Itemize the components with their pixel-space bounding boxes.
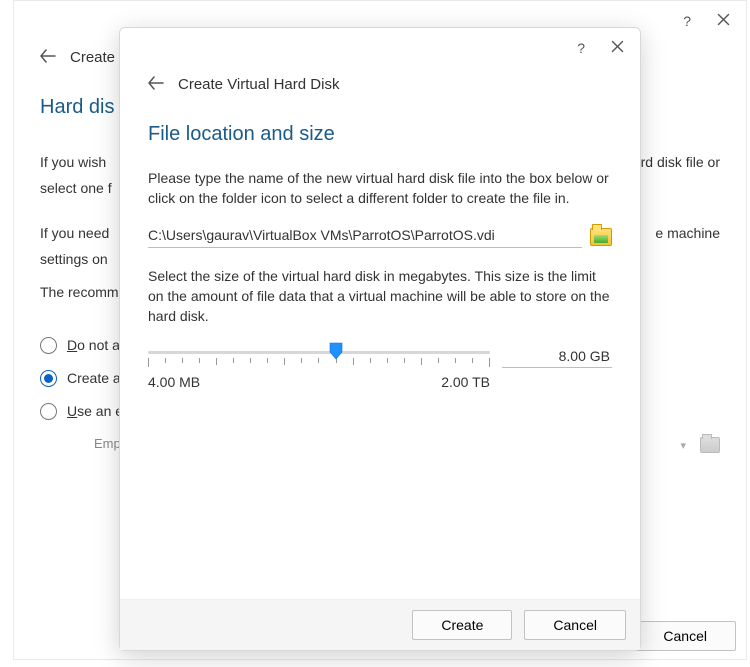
fg-para1: Please type the name of the new virtual … — [148, 168, 612, 209]
disk-size-slider-area: 4.00 MB 2.00 TB 8.00 GB — [148, 348, 612, 390]
fg-titlebar: ? — [120, 28, 640, 68]
browse-folder-icon[interactable] — [590, 228, 612, 246]
disk-size-input[interactable]: 8.00 GB — [502, 348, 612, 368]
create-virtual-hard-disk-dialog: ? Create Virtual Hard Disk File location… — [119, 27, 641, 651]
fg-button-bar: Create Cancel — [120, 599, 640, 650]
slider-min-label: 4.00 MB — [148, 374, 200, 390]
chevron-down-icon[interactable]: ▾ — [680, 439, 686, 452]
cancel-button[interactable]: Cancel — [524, 610, 626, 640]
help-icon[interactable]: ? — [577, 40, 585, 56]
bg-para3-tail: e machine — [655, 224, 720, 244]
file-path-input[interactable]: C:\Users\gaurav\VirtualBox VMs\ParrotOS\… — [148, 225, 582, 248]
slider-thumb-icon[interactable] — [329, 342, 343, 360]
bg-para1: If you wish — [40, 153, 106, 173]
help-icon[interactable]: ? — [683, 13, 691, 29]
fg-para2: Select the size of the virtual hard disk… — [148, 266, 612, 327]
close-icon[interactable] — [717, 13, 730, 29]
fg-breadcrumb-title: Create Virtual Hard Disk — [178, 76, 339, 93]
file-path-row: C:\Users\gaurav\VirtualBox VMs\ParrotOS\… — [148, 225, 612, 248]
bg-para1-tail: ard disk file or — [633, 153, 720, 173]
back-icon[interactable] — [40, 49, 56, 66]
disk-size-slider[interactable]: 4.00 MB 2.00 TB — [148, 348, 490, 390]
slider-ticks — [148, 358, 490, 368]
bg-cancel-button[interactable]: Cancel — [634, 621, 736, 651]
folder-icon-grey[interactable] — [700, 437, 720, 453]
create-button[interactable]: Create — [412, 610, 512, 640]
fg-content: Create Virtual Hard Disk File location a… — [120, 68, 640, 599]
bg-right-icons: ▾ — [680, 437, 720, 453]
fg-section-title: File location and size — [148, 123, 612, 146]
bg-para3: If you need — [40, 224, 109, 244]
back-icon[interactable] — [148, 76, 164, 93]
close-icon[interactable] — [611, 40, 624, 56]
slider-max-label: 2.00 TB — [441, 374, 490, 390]
